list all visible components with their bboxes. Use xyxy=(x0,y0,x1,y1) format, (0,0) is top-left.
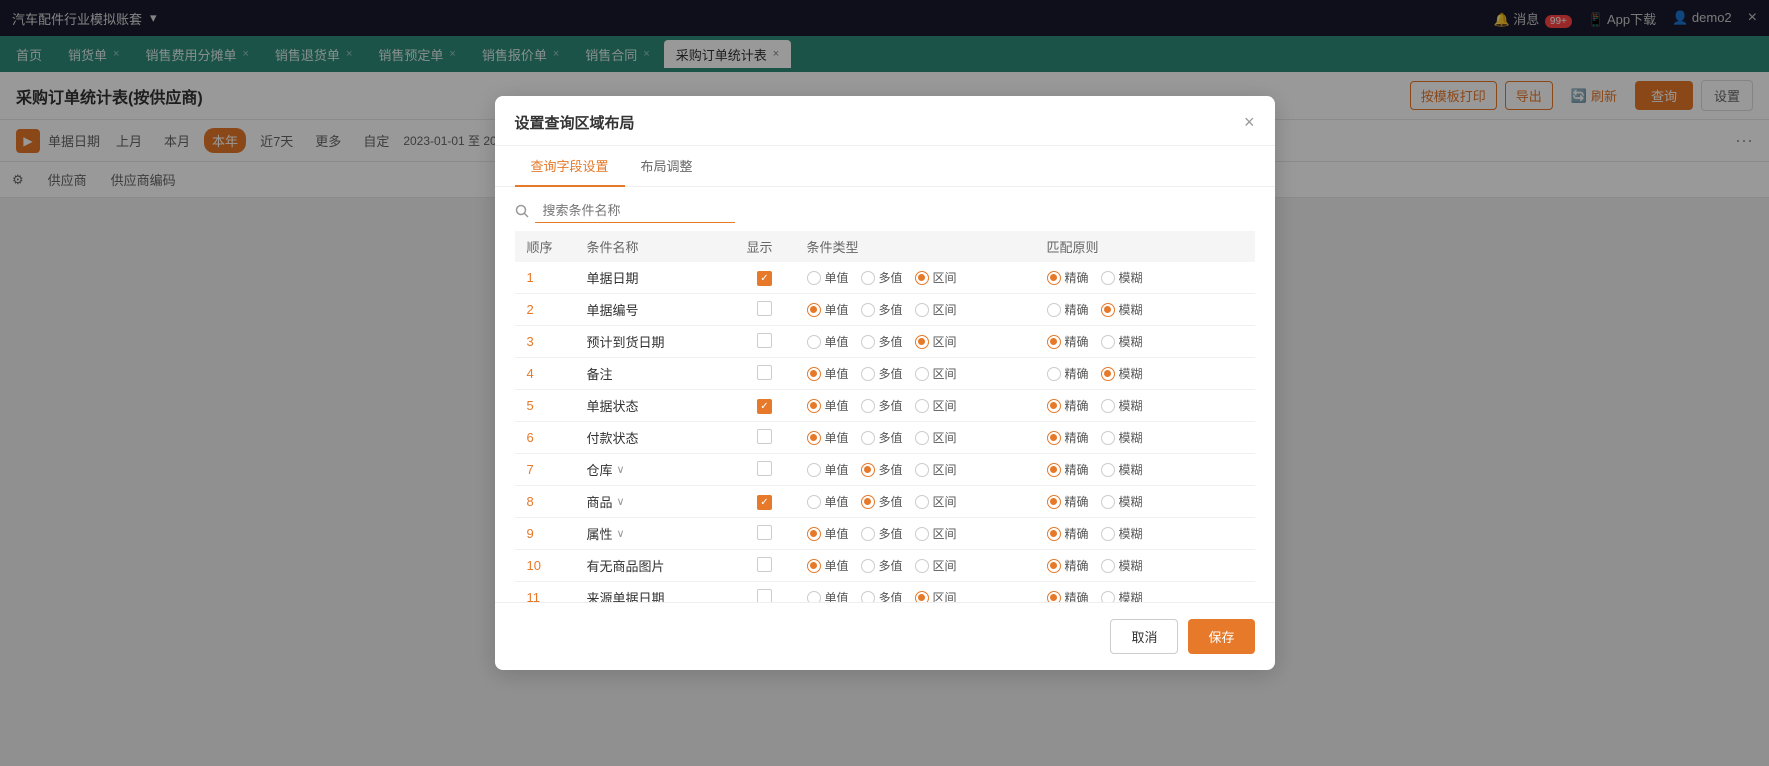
save-button[interactable]: 保存 xyxy=(1188,619,1254,654)
col-match: 匹配原则 xyxy=(1035,231,1255,262)
row-order: 9 xyxy=(515,518,575,550)
dialog-header: 设置查询区域布局 × xyxy=(495,96,1275,146)
row-condition-type: 单值多值区间 xyxy=(795,390,1035,422)
row-match-rule: 精确模糊 xyxy=(1035,294,1255,326)
table-row: 4备注 单值多值区间精确模糊 xyxy=(515,358,1255,390)
row-condition-name: 来源单据日期 xyxy=(575,582,735,603)
row-order: 7 xyxy=(515,454,575,486)
row-order: 10 xyxy=(515,550,575,582)
row-order: 11 xyxy=(515,582,575,603)
row-display-checkbox[interactable] xyxy=(735,358,795,390)
settings-dialog: 设置查询区域布局 × 查询字段设置 布局调整 顺 xyxy=(495,96,1275,670)
row-match-rule: 精确模糊 xyxy=(1035,486,1255,518)
row-display-checkbox[interactable] xyxy=(735,262,795,294)
row-display-checkbox[interactable] xyxy=(735,550,795,582)
row-condition-type: 单值多值区间 xyxy=(795,454,1035,486)
row-condition-type: 单值多值区间 xyxy=(795,422,1035,454)
table-row: 11来源单据日期 单值多值区间精确模糊 xyxy=(515,582,1255,603)
row-display-checkbox[interactable] xyxy=(735,422,795,454)
search-input[interactable] xyxy=(535,199,735,223)
row-match-rule: 精确模糊 xyxy=(1035,550,1255,582)
table-row: 2单据编号 单值多值区间精确模糊 xyxy=(515,294,1255,326)
table-row: 8商品 ∨ 单值多值区间精确模糊 xyxy=(515,486,1255,518)
row-order: 8 xyxy=(515,486,575,518)
row-match-rule: 精确模糊 xyxy=(1035,390,1255,422)
dialog-table-header-row: 顺序 条件名称 显示 条件类型 匹配原则 xyxy=(495,231,1275,262)
conditions-table-scroll[interactable]: 1单据日期单值多值区间精确模糊2单据编号单值多值区间精确模糊3预计到货日期单值多… xyxy=(495,262,1275,602)
row-order: 3 xyxy=(515,326,575,358)
table-row: 3预计到货日期 单值多值区间精确模糊 xyxy=(515,326,1255,358)
col-display: 显示 xyxy=(735,231,795,262)
search-icon xyxy=(515,204,529,218)
row-condition-name: 单据日期 xyxy=(575,262,735,294)
row-condition-name: 付款状态 xyxy=(575,422,735,454)
dialog-footer: 取消 保存 xyxy=(495,602,1275,670)
row-condition-type: 单值多值区间 xyxy=(795,518,1035,550)
row-display-checkbox[interactable] xyxy=(735,294,795,326)
table-row: 9属性 ∨ 单值多值区间精确模糊 xyxy=(515,518,1255,550)
table-row: 7仓库 ∨ 单值多值区间精确模糊 xyxy=(515,454,1255,486)
row-match-rule: 精确模糊 xyxy=(1035,262,1255,294)
row-condition-name: 有无商品图片 xyxy=(575,550,735,582)
row-condition-name: 属性 ∨ xyxy=(575,518,735,550)
table-row: 10有无商品图片 单值多值区间精确模糊 xyxy=(515,550,1255,582)
row-condition-type: 单值多值区间 xyxy=(795,486,1035,518)
row-order: 1 xyxy=(515,262,575,294)
dialog-search-area xyxy=(495,187,1275,231)
dialog-tab-layout[interactable]: 布局调整 xyxy=(625,146,709,187)
dialog-title: 设置查询区域布局 xyxy=(515,112,635,133)
row-display-checkbox[interactable] xyxy=(735,518,795,550)
row-match-rule: 精确模糊 xyxy=(1035,422,1255,454)
row-display-checkbox[interactable] xyxy=(735,390,795,422)
dialog-tabs: 查询字段设置 布局调整 xyxy=(495,146,1275,187)
row-match-rule: 精确模糊 xyxy=(1035,518,1255,550)
row-display-checkbox[interactable] xyxy=(735,326,795,358)
dialog-close-button[interactable]: × xyxy=(1244,112,1255,133)
row-condition-type: 单值多值区间 xyxy=(795,582,1035,603)
row-condition-name: 仓库 ∨ xyxy=(575,454,735,486)
col-name: 条件名称 xyxy=(575,231,735,262)
row-condition-type: 单值多值区间 xyxy=(795,358,1035,390)
row-condition-name: 单据状态 xyxy=(575,390,735,422)
row-order: 6 xyxy=(515,422,575,454)
cancel-button[interactable]: 取消 xyxy=(1110,619,1178,654)
row-condition-name: 预计到货日期 xyxy=(575,326,735,358)
row-order: 2 xyxy=(515,294,575,326)
row-order: 4 xyxy=(515,358,575,390)
row-match-rule: 精确模糊 xyxy=(1035,326,1255,358)
row-display-checkbox[interactable] xyxy=(735,454,795,486)
row-condition-name: 备注 xyxy=(575,358,735,390)
col-type: 条件类型 xyxy=(795,231,1035,262)
row-condition-type: 单值多值区间 xyxy=(795,262,1035,294)
row-display-checkbox[interactable] xyxy=(735,582,795,603)
dialog-overlay: 设置查询区域布局 × 查询字段设置 布局调整 顺 xyxy=(0,0,1769,766)
row-match-rule: 精确模糊 xyxy=(1035,454,1255,486)
row-match-rule: 精确模糊 xyxy=(1035,582,1255,603)
table-row: 1单据日期 单值多值区间精确模糊 xyxy=(515,262,1255,294)
col-order: 顺序 xyxy=(515,231,575,262)
row-match-rule: 精确模糊 xyxy=(1035,358,1255,390)
row-condition-type: 单值多值区间 xyxy=(795,550,1035,582)
row-condition-name: 商品 ∨ xyxy=(575,486,735,518)
row-condition-name: 单据编号 xyxy=(575,294,735,326)
table-row: 6付款状态 单值多值区间精确模糊 xyxy=(515,422,1255,454)
dialog-tab-query-fields[interactable]: 查询字段设置 xyxy=(515,146,625,187)
table-row: 5单据状态 单值多值区间精确模糊 xyxy=(515,390,1255,422)
row-condition-type: 单值多值区间 xyxy=(795,294,1035,326)
row-display-checkbox[interactable] xyxy=(735,486,795,518)
row-order: 5 xyxy=(515,390,575,422)
row-condition-type: 单值多值区间 xyxy=(795,326,1035,358)
